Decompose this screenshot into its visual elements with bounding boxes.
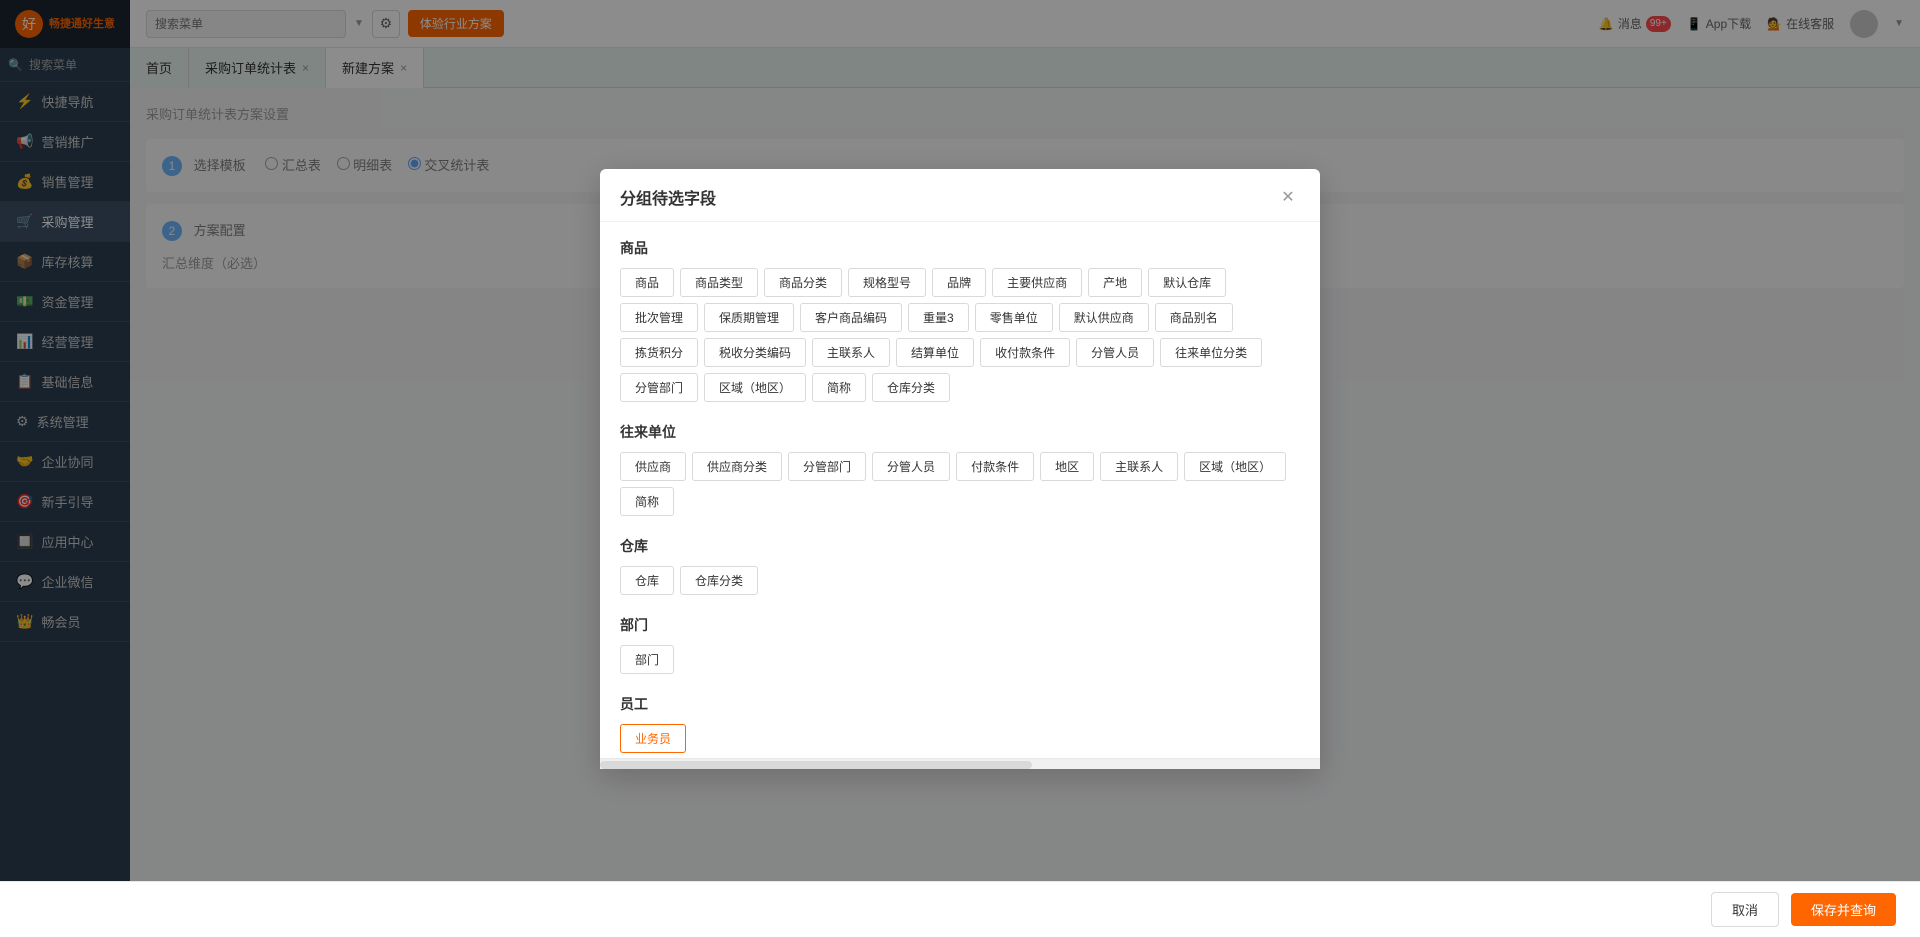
section-title-0: 商品 bbox=[620, 238, 1300, 258]
field-tag-0-4[interactable]: 品牌 bbox=[932, 268, 986, 297]
field-tag-0-24[interactable]: 简称 bbox=[812, 373, 866, 402]
field-tags-2: 仓库仓库分类 bbox=[620, 566, 1300, 595]
field-tag-0-7[interactable]: 默认仓库 bbox=[1148, 268, 1226, 297]
field-tag-1-0[interactable]: 供应商 bbox=[620, 452, 686, 481]
field-tag-2-1[interactable]: 仓库分类 bbox=[680, 566, 758, 595]
section-title-1: 往来单位 bbox=[620, 422, 1300, 442]
field-tags-0: 商品商品类型商品分类规格型号品牌主要供应商产地默认仓库批次管理保质期管理客户商品… bbox=[620, 268, 1300, 402]
section-4: 员工业务员 bbox=[620, 694, 1300, 753]
field-tag-0-11[interactable]: 重量3 bbox=[908, 303, 969, 332]
field-tag-1-8[interactable]: 简称 bbox=[620, 487, 674, 516]
field-tag-0-20[interactable]: 分管人员 bbox=[1076, 338, 1154, 367]
section-title-2: 仓库 bbox=[620, 536, 1300, 556]
field-tag-0-12[interactable]: 零售单位 bbox=[975, 303, 1053, 332]
cancel-button[interactable]: 取消 bbox=[1711, 892, 1779, 927]
field-tags-3: 部门 bbox=[620, 645, 1300, 674]
field-tag-3-0[interactable]: 部门 bbox=[620, 645, 674, 674]
dialog-horizontal-scrollbar[interactable] bbox=[600, 758, 1320, 768]
confirm-button[interactable]: 保存并查询 bbox=[1791, 893, 1896, 926]
field-tag-1-2[interactable]: 分管部门 bbox=[788, 452, 866, 481]
dialog-header: 分组待选字段 ✕ bbox=[600, 169, 1320, 222]
dialog-title: 分组待选字段 bbox=[620, 185, 716, 209]
bottom-actions: 取消 保存并查询 bbox=[0, 881, 1920, 937]
field-tag-0-13[interactable]: 默认供应商 bbox=[1059, 303, 1149, 332]
field-tag-1-3[interactable]: 分管人员 bbox=[872, 452, 950, 481]
section-0: 商品商品商品类型商品分类规格型号品牌主要供应商产地默认仓库批次管理保质期管理客户… bbox=[620, 238, 1300, 402]
section-title-3: 部门 bbox=[620, 615, 1300, 635]
field-tag-0-0[interactable]: 商品 bbox=[620, 268, 674, 297]
field-tag-0-9[interactable]: 保质期管理 bbox=[704, 303, 794, 332]
field-tag-1-5[interactable]: 地区 bbox=[1040, 452, 1094, 481]
field-tag-4-0[interactable]: 业务员 bbox=[620, 724, 686, 753]
field-tag-0-10[interactable]: 客户商品编码 bbox=[800, 303, 902, 332]
field-tag-0-19[interactable]: 收付款条件 bbox=[980, 338, 1070, 367]
field-tag-0-6[interactable]: 产地 bbox=[1088, 268, 1142, 297]
field-tag-0-1[interactable]: 商品类型 bbox=[680, 268, 758, 297]
field-tag-0-21[interactable]: 往来单位分类 bbox=[1160, 338, 1262, 367]
field-tag-0-15[interactable]: 拣货积分 bbox=[620, 338, 698, 367]
field-tag-0-18[interactable]: 结算单位 bbox=[896, 338, 974, 367]
field-tag-1-1[interactable]: 供应商分类 bbox=[692, 452, 782, 481]
field-tag-0-22[interactable]: 分管部门 bbox=[620, 373, 698, 402]
field-tag-0-3[interactable]: 规格型号 bbox=[848, 268, 926, 297]
section-1: 往来单位供应商供应商分类分管部门分管人员付款条件地区主联系人区域（地区） 简称 bbox=[620, 422, 1300, 516]
field-tag-0-5[interactable]: 主要供应商 bbox=[992, 268, 1082, 297]
field-tag-2-0[interactable]: 仓库 bbox=[620, 566, 674, 595]
dialog-close-btn[interactable]: ✕ bbox=[1276, 185, 1300, 209]
field-tag-0-17[interactable]: 主联系人 bbox=[812, 338, 890, 367]
field-tag-1-6[interactable]: 主联系人 bbox=[1100, 452, 1178, 481]
dialog-hscroll-thumb bbox=[600, 761, 1032, 769]
field-tag-0-25[interactable]: 仓库分类 bbox=[872, 373, 950, 402]
field-tag-0-16[interactable]: 税收分类编码 bbox=[704, 338, 806, 367]
field-tag-1-7[interactable]: 区域（地区） bbox=[1184, 452, 1286, 481]
field-tag-0-2[interactable]: 商品分类 bbox=[764, 268, 842, 297]
field-tag-0-23[interactable]: 区域（地区） bbox=[704, 373, 806, 402]
field-tag-1-4[interactable]: 付款条件 bbox=[956, 452, 1034, 481]
field-tags-1: 供应商供应商分类分管部门分管人员付款条件地区主联系人区域（地区） 简称 bbox=[620, 452, 1300, 516]
field-tags-4: 业务员 bbox=[620, 724, 1300, 753]
section-2: 仓库仓库仓库分类 bbox=[620, 536, 1300, 595]
field-selection-dialog: 分组待选字段 ✕ 商品商品商品类型商品分类规格型号品牌主要供应商产地默认仓库批次… bbox=[600, 169, 1320, 769]
dialog-body[interactable]: 商品商品商品类型商品分类规格型号品牌主要供应商产地默认仓库批次管理保质期管理客户… bbox=[600, 222, 1320, 759]
field-tag-0-8[interactable]: 批次管理 bbox=[620, 303, 698, 332]
field-tag-0-14[interactable]: 商品别名 bbox=[1155, 303, 1233, 332]
section-3: 部门部门 bbox=[620, 615, 1300, 674]
section-title-4: 员工 bbox=[620, 694, 1300, 714]
